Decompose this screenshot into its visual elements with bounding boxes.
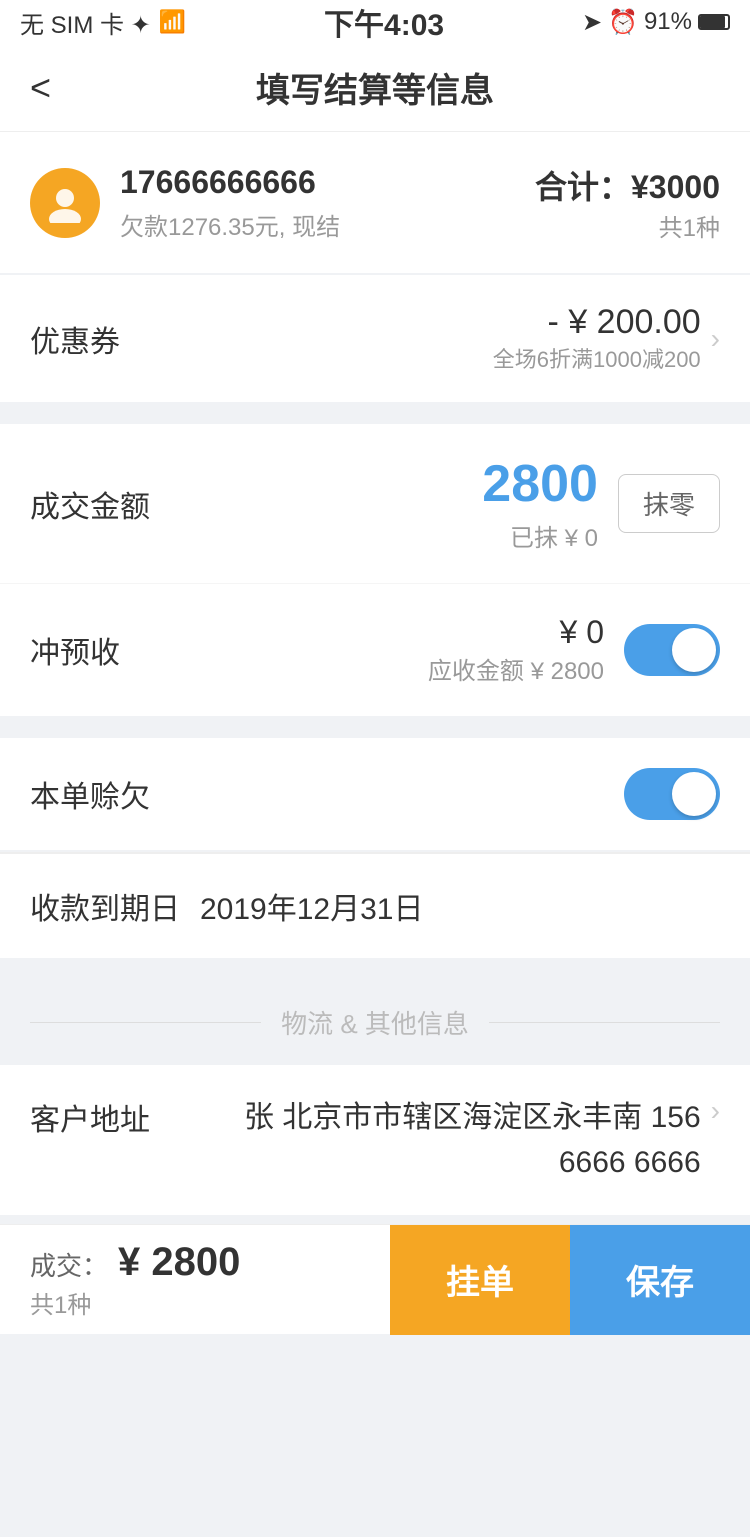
amount-section: 成交金额 2800 已抹 ¥ 0 抹零 冲预收 ¥ 0 应收金额 ¥ 2800 — [0, 424, 750, 716]
customer-card: 17666666666 欠款1276.35元, 现结 合计：¥3000 共1种 — [0, 132, 750, 273]
prepay-right: ¥ 0 应收金额 ¥ 2800 — [428, 614, 720, 686]
due-date-label: 收款到期日 — [30, 884, 180, 928]
back-button[interactable]: < — [30, 67, 90, 109]
amount-right: 2800 已抹 ¥ 0 抹零 — [482, 454, 720, 553]
customer-phone: 17666666666 — [120, 164, 340, 201]
page-title: 填写结算等信息 — [256, 63, 494, 112]
round-off-button[interactable]: 抹零 — [618, 474, 720, 533]
save-button[interactable]: 保存 — [570, 1225, 750, 1335]
status-left: 无 SIM 卡 ✦ 📶 — [20, 5, 186, 40]
coupon-value-wrap: - ¥ 200.00 全场6折满1000减200 — [493, 303, 701, 374]
address-label: 客户地址 — [30, 1095, 150, 1139]
logistics-divider: 物流 & 其他信息 — [0, 980, 750, 1065]
status-bar: 无 SIM 卡 ✦ 📶 下午4:03 ➤ ⏰ 91% — [0, 0, 750, 44]
nav-bar: < 填写结算等信息 — [0, 44, 750, 132]
prepay-row: 冲预收 ¥ 0 应收金额 ¥ 2800 — [0, 584, 750, 716]
address-section[interactable]: 客户地址 张 北京市市辖区海淀区永丰南 156 6666 6666 › — [0, 1065, 750, 1215]
customer-total: 合计：¥3000 共1种 — [535, 162, 720, 243]
coupon-right: - ¥ 200.00 全场6折满1000减200 › — [493, 303, 720, 374]
logistics-text: 物流 & 其他信息 — [281, 1004, 469, 1041]
alarm-icon: ⏰ — [608, 8, 638, 37]
chevron-right-icon: › — [711, 323, 720, 355]
bottom-deal-row: 成交： ¥ 2800 — [30, 1240, 360, 1285]
bottom-summary: 成交： ¥ 2800 共1种 — [0, 1240, 390, 1320]
hang-button[interactable]: 挂单 — [390, 1225, 570, 1335]
address-value: 张 北京市市辖区海淀区永丰南 156 6666 6666 — [180, 1095, 701, 1185]
prepay-receivable: 应收金额 ¥ 2800 — [428, 651, 604, 686]
debt-label: 本单赊欠 — [30, 772, 150, 816]
amount-col: 2800 已抹 ¥ 0 — [482, 454, 598, 553]
customer-left: 17666666666 欠款1276.35元, 现结 — [30, 164, 340, 242]
battery-icon — [698, 14, 730, 30]
coupon-desc: 全场6折满1000减200 — [493, 342, 701, 374]
transaction-amount-row: 成交金额 2800 已抹 ¥ 0 抹零 — [0, 424, 750, 584]
divider-line-right — [489, 1022, 720, 1023]
debt-section: 本单赊欠 — [0, 738, 750, 850]
prepay-col: ¥ 0 应收金额 ¥ 2800 — [428, 614, 604, 686]
already-rounded: 已抹 ¥ 0 — [482, 518, 598, 553]
sim-label: 无 SIM 卡 ✦ — [20, 5, 151, 40]
total-count: 共1种 — [535, 208, 720, 243]
coupon-label: 优惠券 — [30, 317, 120, 361]
section-divider-4 — [0, 960, 750, 980]
bottom-deal-amount: ¥ 2800 — [118, 1240, 240, 1285]
location-icon: ➤ — [582, 8, 602, 37]
bottom-bar: 成交： ¥ 2800 共1种 挂单 保存 — [0, 1224, 750, 1334]
due-date-value: 2019年12月31日 — [200, 884, 423, 928]
status-time: 下午4:03 — [324, 0, 444, 44]
wifi-icon: 📶 — [159, 9, 186, 35]
due-date-section: 收款到期日 2019年12月31日 — [0, 854, 750, 958]
battery-label: 91% — [644, 8, 692, 36]
total-amount: 合计：¥3000 — [535, 162, 720, 208]
transaction-amount-value: 2800 — [482, 454, 598, 514]
customer-debt: 欠款1276.35元, 现结 — [120, 207, 340, 242]
section-divider-1 — [0, 404, 750, 424]
prepay-label: 冲预收 — [30, 628, 120, 672]
status-right: ➤ ⏰ 91% — [582, 8, 730, 37]
debt-toggle[interactable] — [624, 768, 720, 820]
bottom-deal-count: 共1种 — [30, 1285, 360, 1320]
coupon-row[interactable]: 优惠券 - ¥ 200.00 全场6折满1000减200 › — [0, 275, 750, 402]
address-chevron-icon: › — [711, 1095, 720, 1127]
due-date-row: 收款到期日 2019年12月31日 — [30, 884, 720, 928]
coupon-discount: - ¥ 200.00 — [493, 303, 701, 342]
section-divider-2 — [0, 718, 750, 738]
avatar — [30, 168, 100, 238]
prepay-toggle[interactable] — [624, 624, 720, 676]
customer-info: 17666666666 欠款1276.35元, 现结 — [120, 164, 340, 242]
divider-line-left — [30, 1022, 261, 1023]
amount-label: 成交金额 — [30, 482, 150, 526]
prepay-amount: ¥ 0 — [428, 614, 604, 651]
bottom-deal-label: 成交： — [30, 1246, 108, 1283]
address-right: 张 北京市市辖区海淀区永丰南 156 6666 6666 › — [180, 1095, 720, 1185]
